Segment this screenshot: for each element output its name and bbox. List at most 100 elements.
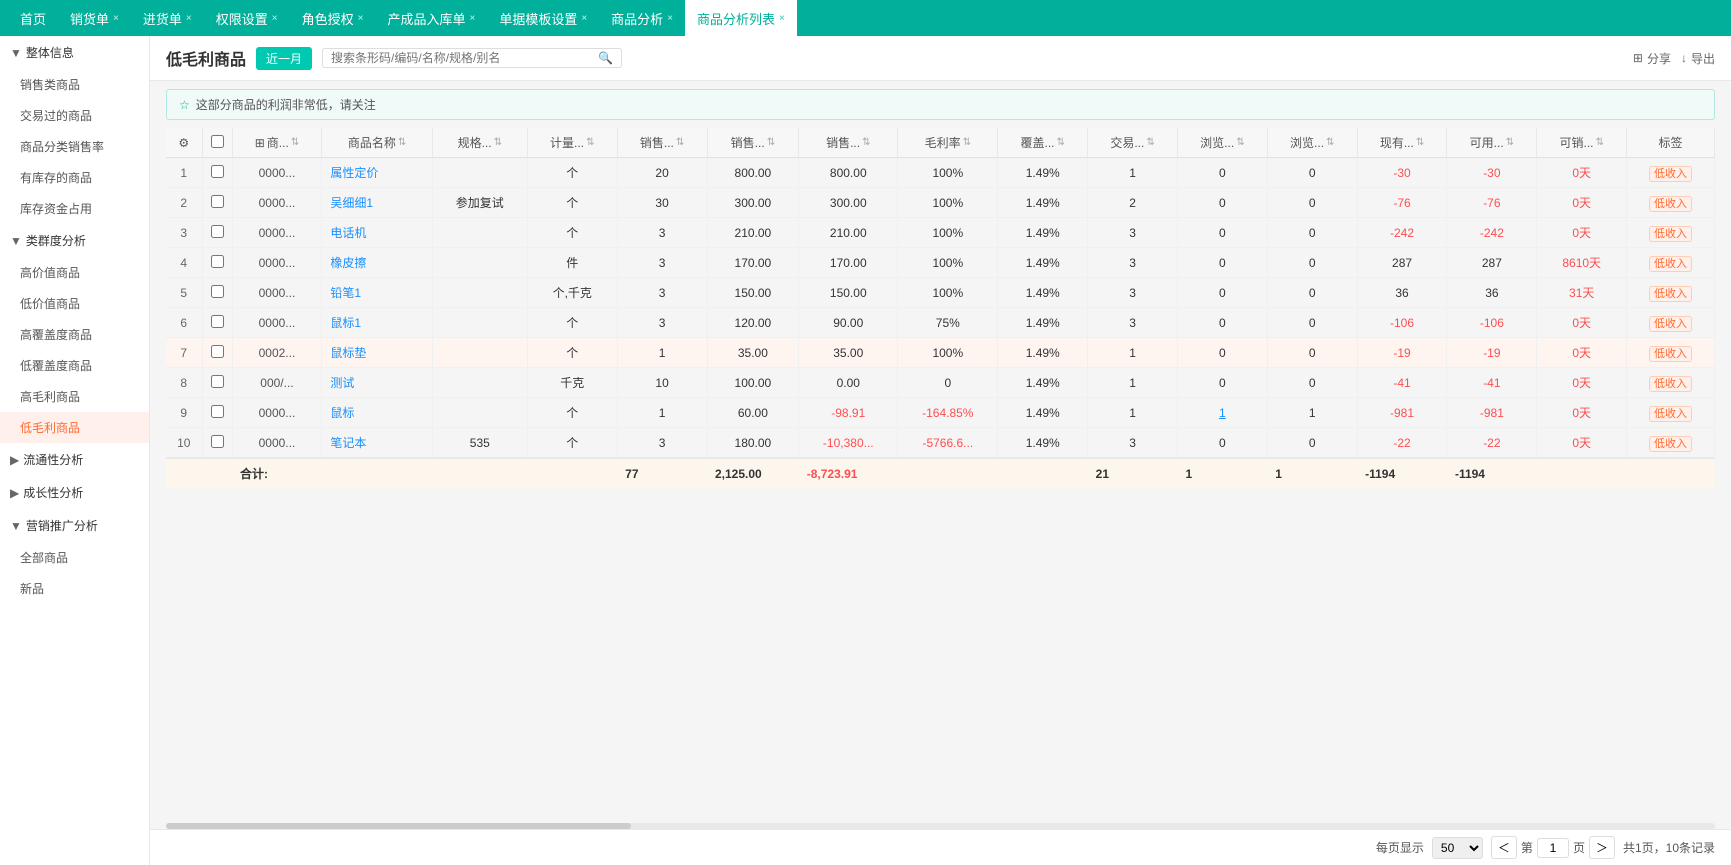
row-browse1[interactable]: 0	[1177, 338, 1267, 368]
filter-button[interactable]: 近一月	[256, 47, 312, 70]
nav-home[interactable]: 首页	[8, 0, 58, 36]
col-settings[interactable]: ⚙	[166, 128, 202, 158]
search-icon[interactable]: 🔍	[598, 51, 613, 65]
row-checkbox[interactable]	[211, 375, 224, 388]
sidebar-item-all-products[interactable]: 全部商品	[0, 542, 149, 573]
sidebar-group-liquidity[interactable]: ▶ 流通性分析	[0, 443, 149, 476]
nav-template-settings[interactable]: 单据模板设置 ×	[487, 0, 599, 36]
sidebar-item-low-margin[interactable]: 低毛利商品	[0, 412, 149, 443]
sidebar-group-growth[interactable]: ▶ 成长性分析	[0, 476, 149, 509]
row-spec	[432, 218, 527, 248]
sidebar-group-marketing[interactable]: ▼ 营销推广分析	[0, 509, 149, 542]
row-available: -242	[1447, 218, 1537, 248]
row-coverage: 1.49%	[998, 188, 1088, 218]
nav-close-icon[interactable]: ×	[581, 13, 587, 24]
row-browse1[interactable]: 0	[1177, 368, 1267, 398]
nav-sales-order[interactable]: 销货单 ×	[58, 0, 131, 36]
nav-close-icon[interactable]: ×	[469, 13, 475, 24]
row-checkbox[interactable]	[211, 225, 224, 238]
nav-close-icon[interactable]: ×	[358, 13, 364, 24]
row-gross-margin: 0	[898, 368, 998, 398]
row-spec	[432, 278, 527, 308]
sidebar-group-overall[interactable]: ▼ 整体信息	[0, 36, 149, 69]
row-name[interactable]: 鼠标1	[322, 308, 432, 338]
row-browse1[interactable]: 0	[1177, 218, 1267, 248]
nav-close-icon[interactable]: ×	[667, 13, 673, 24]
row-name[interactable]: 吴细细1	[322, 188, 432, 218]
row-checkbox[interactable]	[211, 255, 224, 268]
col-tag: 标签	[1627, 128, 1715, 158]
table-row: 3 0000... 电话机 个 3 210.00 210.00 100% 1.4…	[166, 218, 1715, 248]
col-checkbox[interactable]	[202, 128, 232, 158]
per-page-select[interactable]: 50 100 200	[1432, 837, 1483, 859]
row-checkbox[interactable]	[211, 285, 224, 298]
sidebar-item-inventory-value[interactable]: 库存资金占用	[0, 193, 149, 224]
page-header: 低毛利商品 近一月 🔍 ⊞ 分享 ↓ 导出	[150, 36, 1731, 81]
row-browse1[interactable]: 0	[1177, 248, 1267, 278]
select-all-checkbox[interactable]	[211, 135, 224, 148]
nav-role-auth[interactable]: 角色授权 ×	[290, 0, 376, 36]
row-checkbox[interactable]	[211, 195, 224, 208]
nav-close-icon[interactable]: ×	[186, 13, 192, 24]
row-sales-amount: 800.00	[799, 158, 898, 188]
sidebar-item-high-value[interactable]: 高价值商品	[0, 257, 149, 288]
row-sales-price: 150.00	[707, 278, 799, 308]
row-browse1[interactable]: 0	[1177, 308, 1267, 338]
row-browse1[interactable]: 0	[1177, 278, 1267, 308]
row-transaction: 1	[1088, 158, 1178, 188]
nav-purchase-order[interactable]: 进货单 ×	[131, 0, 204, 36]
nav-permissions[interactable]: 权限设置 ×	[204, 0, 290, 36]
share-button[interactable]: ⊞ 分享	[1633, 50, 1671, 67]
nav-close-icon[interactable]: ×	[113, 13, 119, 24]
sidebar-item-high-margin[interactable]: 高毛利商品	[0, 381, 149, 412]
row-checkbox[interactable]	[211, 315, 224, 328]
row-browse2: 0	[1267, 428, 1357, 459]
row-browse1[interactable]: 0	[1177, 188, 1267, 218]
row-available: -19	[1447, 338, 1537, 368]
row-name[interactable]: 笔记本	[322, 428, 432, 459]
row-name[interactable]: 电话机	[322, 218, 432, 248]
nav-close-icon[interactable]: ×	[272, 13, 278, 24]
nav-product-analysis-list[interactable]: 商品分析列表 ×	[685, 0, 797, 36]
row-spec: 535	[432, 428, 527, 459]
row-checkbox[interactable]	[211, 345, 224, 358]
sidebar-group-cluster[interactable]: ▼ 类群度分析	[0, 224, 149, 257]
row-browse1[interactable]: 0	[1177, 158, 1267, 188]
sidebar-item-high-coverage[interactable]: 高覆盖度商品	[0, 319, 149, 350]
row-browse1[interactable]: 1	[1177, 398, 1267, 428]
row-name[interactable]: 测试	[322, 368, 432, 398]
sidebar-item-new-products[interactable]: 新品	[0, 573, 149, 604]
search-input[interactable]	[331, 51, 598, 65]
row-browse1[interactable]: 0	[1177, 428, 1267, 459]
sidebar-item-low-coverage[interactable]: 低覆盖度商品	[0, 350, 149, 381]
row-saleable: 31天	[1537, 278, 1627, 308]
total-label-cell: 合计:	[232, 458, 322, 488]
row-sales-qty: 3	[617, 218, 707, 248]
next-page-button[interactable]: ＞	[1589, 836, 1615, 859]
row-checkbox[interactable]	[211, 435, 224, 448]
nav-close-icon[interactable]: ×	[779, 13, 785, 24]
row-sales-amount: -10,380...	[799, 428, 898, 459]
export-button[interactable]: ↓ 导出	[1681, 50, 1715, 67]
row-checkbox[interactable]	[211, 405, 224, 418]
prev-page-button[interactable]: ＜	[1491, 836, 1517, 859]
sidebar-item-traded-products[interactable]: 交易过的商品	[0, 100, 149, 131]
nav-product-inbound[interactable]: 产成品入库单 ×	[375, 0, 487, 36]
row-checkbox[interactable]	[211, 165, 224, 178]
sidebar-item-category-sales-rate[interactable]: 商品分类销售率	[0, 131, 149, 162]
table-row: 1 0000... 属性定价 个 20 800.00 800.00 100% 1…	[166, 158, 1715, 188]
sidebar-item-in-stock[interactable]: 有库存的商品	[0, 162, 149, 193]
table-header-row: ⚙ ⊞ 商... ⇅ 商品名称 ⇅ 规格... ⇅	[166, 128, 1715, 158]
row-name[interactable]: 鼠标	[322, 398, 432, 428]
row-name[interactable]: 橡皮擦	[322, 248, 432, 278]
row-tag: 低收入	[1627, 278, 1715, 308]
row-name[interactable]: 铅笔1	[322, 278, 432, 308]
page-input[interactable]	[1537, 838, 1569, 858]
sidebar-item-low-value[interactable]: 低价值商品	[0, 288, 149, 319]
nav-product-analysis[interactable]: 商品分析 ×	[599, 0, 685, 36]
row-gross-margin: 100%	[898, 218, 998, 248]
row-sales-price: 60.00	[707, 398, 799, 428]
row-name[interactable]: 属性定价	[322, 158, 432, 188]
sidebar-item-sales-products[interactable]: 销售类商品	[0, 69, 149, 100]
row-name[interactable]: 鼠标垫	[322, 338, 432, 368]
